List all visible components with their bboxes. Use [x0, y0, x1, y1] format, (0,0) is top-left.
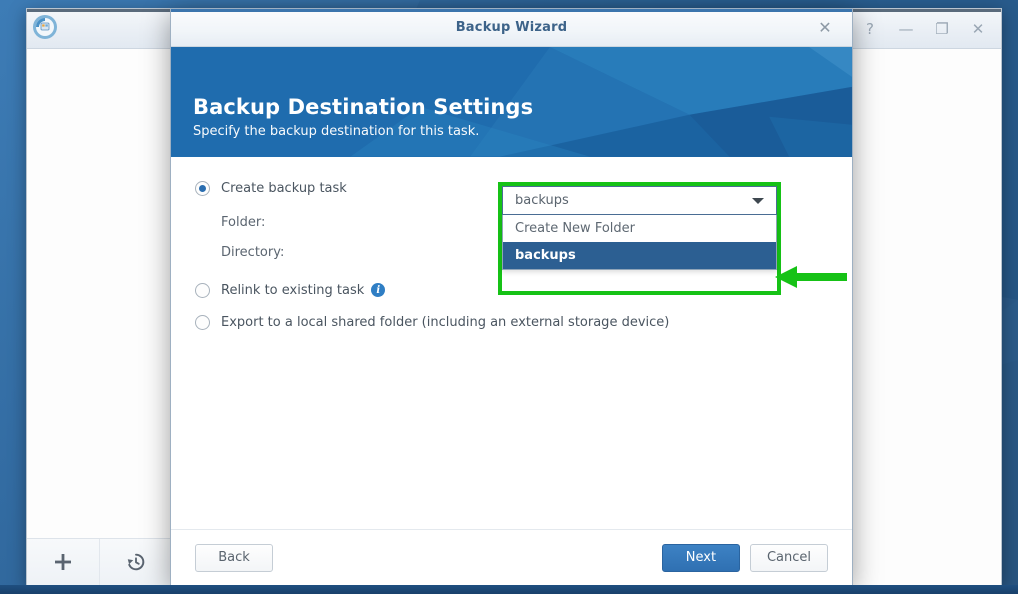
dialog-content: Create backup task Folder: Directory: Re… — [171, 157, 852, 529]
radio-create-backup-task[interactable] — [195, 180, 210, 196]
radio-label-relink-existing-task: Relink to existing task — [221, 282, 365, 298]
folder-select-dropdown: backups Create New Folder backups — [502, 186, 777, 270]
info-icon[interactable]: i — [371, 283, 386, 297]
dialog-title: Backup Wizard — [455, 20, 568, 35]
dialog-banner: Backup Destination Settings Specify the … — [171, 47, 852, 157]
next-button[interactable]: Next — [661, 543, 740, 572]
banner-title: Backup Destination Settings — [193, 94, 534, 119]
radio-relink-existing-task[interactable] — [195, 282, 210, 298]
minimize-button[interactable]: — — [889, 12, 923, 46]
add-task-button[interactable] — [27, 539, 100, 585]
folder-select-field[interactable]: backups — [502, 186, 777, 215]
banner-subtitle: Specify the backup destination for this … — [193, 124, 480, 139]
dialog-footer: Back Next Cancel — [171, 529, 852, 585]
folder-label: Folder: — [221, 214, 266, 230]
app-footer-toolbar — [27, 538, 172, 585]
dialog-close-icon[interactable]: ✕ — [812, 15, 838, 41]
radio-option-export-local-shared-folder[interactable]: Export to a local shared folder (includi… — [195, 309, 828, 335]
maximize-button[interactable]: ❐ — [925, 12, 959, 46]
history-button[interactable] — [100, 539, 172, 585]
dropdown-item-create-new-folder[interactable]: Create New Folder — [503, 215, 776, 242]
folder-select-value: backups — [515, 193, 569, 208]
chevron-down-icon[interactable] — [752, 197, 764, 204]
cancel-button[interactable]: Cancel — [749, 543, 828, 572]
window-controls: ? — ❐ ✕ — [853, 9, 995, 49]
backup-app-icon — [31, 13, 59, 41]
annotation-arrow-left — [775, 266, 847, 288]
dialog-titlebar: Backup Wizard ✕ — [171, 9, 852, 47]
dropdown-item-backups[interactable]: backups — [503, 242, 776, 269]
radio-label-create-backup-task: Create backup task — [221, 180, 347, 196]
plus-icon — [55, 554, 71, 570]
back-button[interactable]: Back — [195, 543, 273, 572]
history-clock-icon — [127, 553, 145, 571]
banner-text-block: Backup Destination Settings Specify the … — [193, 95, 533, 139]
folder-select-options-list: Create New Folder backups — [502, 215, 777, 270]
close-button[interactable]: ✕ — [961, 12, 995, 46]
desktop-taskbar — [0, 585, 1018, 594]
backup-wizard-dialog: Backup Wizard ✕ Backup Destination Setti… — [170, 8, 853, 586]
directory-label: Directory: — [221, 244, 285, 260]
radio-export-local-shared-folder[interactable] — [195, 314, 210, 330]
radio-label-export-local-shared-folder: Export to a local shared folder (includi… — [221, 314, 670, 330]
help-button[interactable]: ? — [853, 12, 887, 46]
